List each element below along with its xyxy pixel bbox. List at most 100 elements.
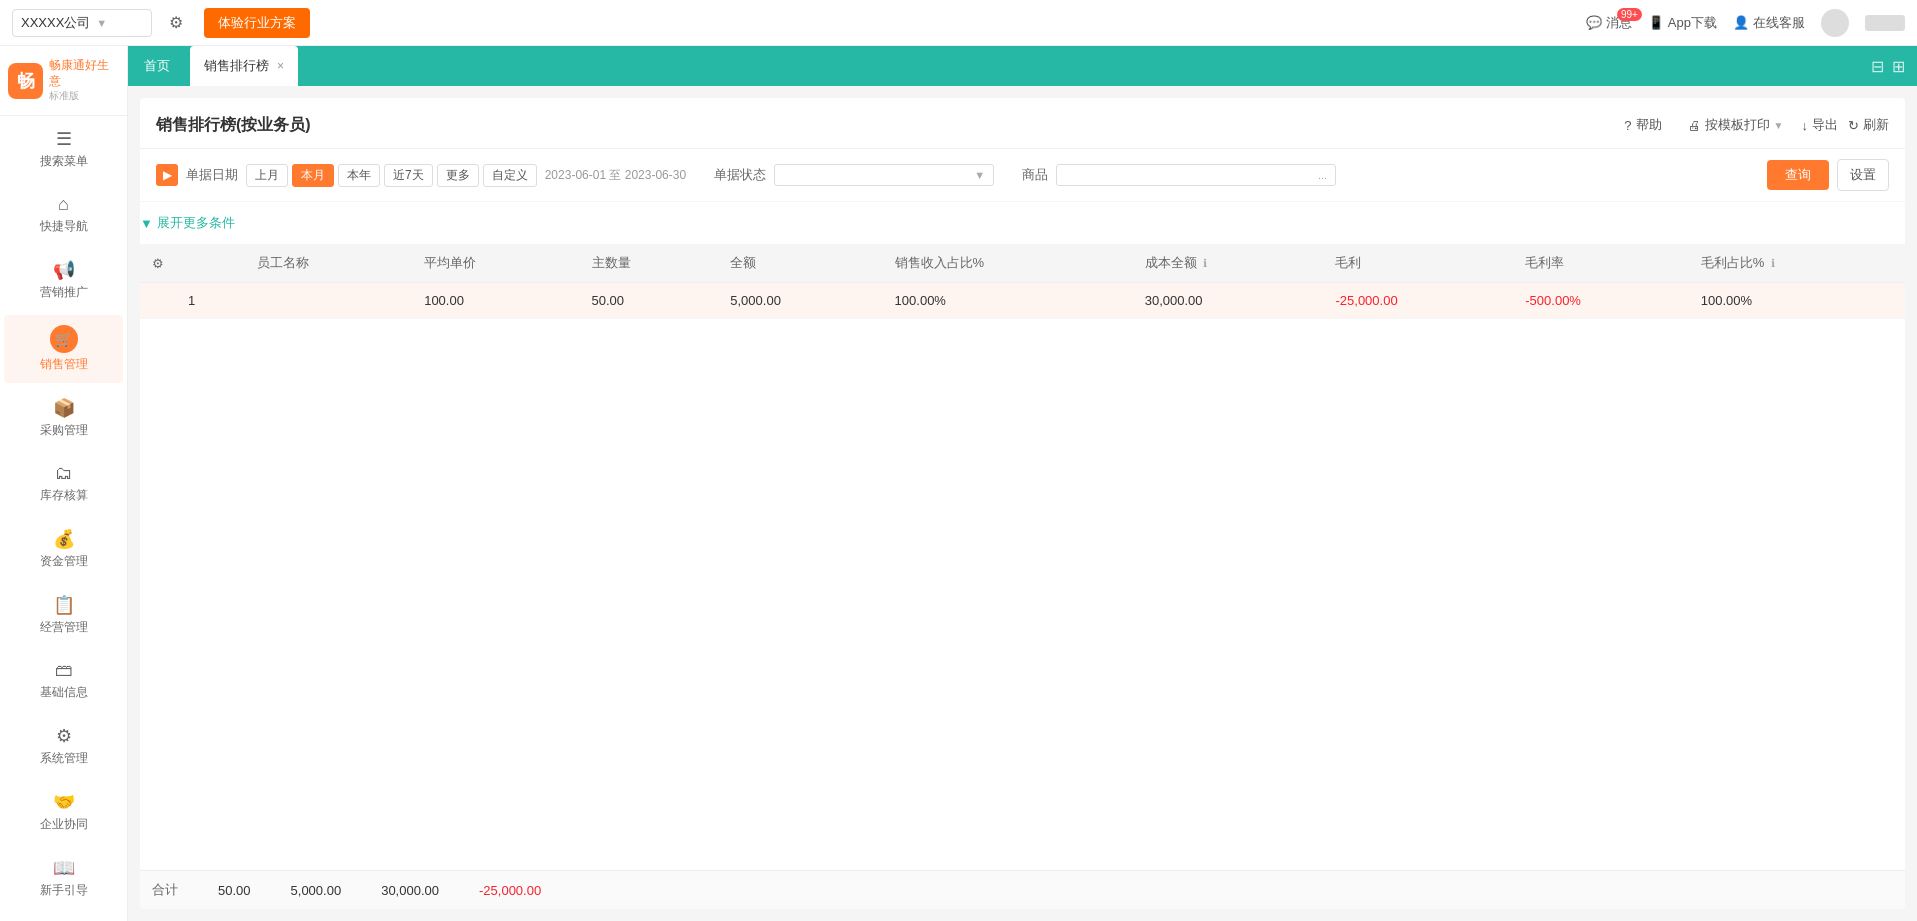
- th-amount: 全额: [718, 244, 882, 283]
- expand-more-row: ▼ 展开更多条件: [140, 202, 1905, 244]
- export-icon: ↓: [1802, 118, 1809, 133]
- sidebar-item-label: 企业协同: [40, 816, 88, 833]
- table-row: 1 100.00 50.00: [140, 283, 1905, 319]
- company-dropdown-icon: ▼: [96, 17, 107, 29]
- th-settings: ⚙: [140, 244, 176, 283]
- top-bar: XXXXX公司 ▼ ⚙ 体验行业方案 💬 消息 99+ 📱 App下载 👤 在线…: [0, 0, 1917, 46]
- page-header-actions: ? 帮助 🖨 按模板打印 ▼ ↓ 导出: [1616, 112, 1889, 138]
- print-icon: 🖨: [1688, 118, 1701, 133]
- date-btn-this-month[interactable]: 本月: [292, 164, 334, 187]
- top-settings-button[interactable]: ⚙: [160, 7, 192, 39]
- sidebar-item-app-center[interactable]: 📱 应用中心: [4, 913, 123, 921]
- status-label: 单据状态: [714, 166, 766, 184]
- app-download-button[interactable]: 📱 App下载: [1648, 14, 1717, 32]
- sidebar-item-label: 系统管理: [40, 750, 88, 767]
- gear-icon: ⚙: [169, 13, 183, 32]
- cost-info-icon: ℹ: [1203, 257, 1207, 269]
- sidebar-item-system[interactable]: ⚙ 系统管理: [4, 715, 123, 777]
- sidebar-item-label: 经营管理: [40, 619, 88, 636]
- app-download-label: App下载: [1668, 14, 1717, 32]
- template-print-button[interactable]: 🖨 按模板打印 ▼: [1680, 112, 1792, 138]
- date-btn-last-month[interactable]: 上月: [246, 164, 288, 187]
- th-gross-profit: 毛利: [1323, 244, 1513, 283]
- page-header: 销售排行榜(按业务员) ? 帮助 🖨 按模板打印 ▼: [140, 98, 1905, 149]
- help-button[interactable]: ? 帮助: [1616, 112, 1669, 138]
- sidebar-item-label: 销售管理: [40, 356, 88, 373]
- status-select[interactable]: ▼: [774, 164, 994, 186]
- message-badge: 99+: [1617, 8, 1642, 21]
- sidebar-item-quick-nav[interactable]: ⌂ 快捷导航: [4, 184, 123, 245]
- refresh-label: 刷新: [1863, 116, 1889, 134]
- sidebar-item-label: 快捷导航: [40, 218, 88, 235]
- export-button[interactable]: ↓ 导出: [1802, 116, 1839, 134]
- td-sales-pct: 100.00%: [883, 283, 1133, 319]
- avatar[interactable]: [1821, 9, 1849, 37]
- username[interactable]: [1865, 15, 1905, 31]
- td-cost-amount: 30,000.00: [1133, 283, 1324, 319]
- sidebar-item-search-orders[interactable]: ☰ 搜索菜单: [4, 118, 123, 180]
- sidebar-item-marketing[interactable]: 📢 营销推广: [4, 249, 123, 311]
- query-button[interactable]: 查询: [1767, 160, 1829, 190]
- system-icon: ⚙: [56, 725, 72, 747]
- footer-label: 合计: [152, 881, 178, 899]
- enterprise-icon: 🤝: [53, 791, 75, 813]
- search-orders-icon: ☰: [56, 128, 72, 150]
- date-btn-custom[interactable]: 自定义: [483, 164, 537, 187]
- tab-window-controls: ⊟ ⊞: [1871, 57, 1917, 76]
- online-service-button[interactable]: 👤 在线客服: [1733, 14, 1805, 32]
- maximize-button[interactable]: ⊞: [1892, 57, 1905, 76]
- basic-info-icon: 🗃: [55, 660, 73, 681]
- expand-more-button[interactable]: ▼ 展开更多条件: [140, 208, 1905, 238]
- th-name: 员工名称: [245, 244, 412, 283]
- sidebar-item-label: 库存核算: [40, 487, 88, 504]
- purchase-icon: 📦: [53, 397, 75, 419]
- page-title: 销售排行榜(按业务员): [156, 115, 311, 136]
- td-amount: 5,000.00: [718, 283, 882, 319]
- online-service-label: 在线客服: [1753, 14, 1805, 32]
- sidebar-item-label: 基础信息: [40, 684, 88, 701]
- message-button[interactable]: 💬 消息 99+: [1586, 14, 1632, 32]
- date-btn-this-year[interactable]: 本年: [338, 164, 380, 187]
- operations-icon: 📋: [53, 594, 75, 616]
- logo-text-line1: 畅康通好生意: [49, 58, 119, 89]
- trial-button[interactable]: 体验行业方案: [204, 8, 310, 38]
- table-footer: 合计 50.00 5,000.00 30,000.00 -25,000.00: [140, 870, 1905, 909]
- sidebar-item-enterprise[interactable]: 🤝 企业协同: [4, 781, 123, 843]
- content-area: 首页 销售排行榜 × ⊟ ⊞ 销售排行榜(按业务员): [128, 46, 1917, 921]
- th-sales-pct: 销售收入占比%: [883, 244, 1133, 283]
- filter-bar: ▶ 单据日期 上月 本月 本年 近7天 更多 自定义 2023-06-01 至 …: [140, 149, 1905, 202]
- sidebar-item-inventory[interactable]: 🗂 库存核算: [4, 453, 123, 514]
- footer-qty: 50.00: [218, 883, 251, 898]
- date-btn-more[interactable]: 更多: [437, 164, 479, 187]
- help-label: 帮助: [1636, 116, 1662, 134]
- filter-expand-arrow[interactable]: ▶: [156, 164, 178, 186]
- tab-close-button[interactable]: ×: [277, 59, 284, 73]
- sidebar-item-guide[interactable]: 📖 新手引导: [4, 847, 123, 909]
- sidebar-item-finance[interactable]: 💰 资金管理: [4, 518, 123, 580]
- template-print-label: 按模板打印: [1705, 116, 1770, 134]
- company-selector[interactable]: XXXXX公司 ▼: [12, 9, 152, 37]
- tab-sales-ranking[interactable]: 销售排行榜 ×: [190, 46, 298, 86]
- tab-home[interactable]: 首页: [128, 46, 186, 86]
- th-qty: 主数量: [580, 244, 719, 283]
- td-name: [245, 283, 412, 319]
- finance-icon: 💰: [53, 528, 75, 550]
- sidebar-item-basic-info[interactable]: 🗃 基础信息: [4, 650, 123, 711]
- column-settings-icon[interactable]: ⚙: [152, 256, 164, 271]
- minimize-button[interactable]: ⊟: [1871, 57, 1884, 76]
- quick-nav-icon: ⌂: [58, 194, 69, 215]
- expand-more-label: 展开更多条件: [157, 214, 235, 232]
- goods-input[interactable]: ...: [1056, 164, 1336, 186]
- filter-settings-button[interactable]: 设置: [1837, 159, 1889, 191]
- footer-amount: 5,000.00: [291, 883, 342, 898]
- sidebar-item-sales[interactable]: 🛒 销售管理: [4, 315, 123, 383]
- sidebar-item-operations[interactable]: 📋 经营管理: [4, 584, 123, 646]
- refresh-button[interactable]: ↻ 刷新: [1848, 116, 1889, 134]
- th-avg-price: 平均单价: [412, 244, 579, 283]
- sidebar-item-purchase[interactable]: 📦 采购管理: [4, 387, 123, 449]
- tab-label: 销售排行榜: [204, 57, 269, 75]
- sidebar: 畅 畅康通好生意 标准版 ☰ 搜索菜单 ⌂ 快捷导航 📢 营销推广 🛒: [0, 46, 128, 921]
- date-btn-7days[interactable]: 近7天: [384, 164, 433, 187]
- date-range-display: 2023-06-01 至 2023-06-30: [545, 167, 686, 184]
- td-settings: [140, 283, 176, 319]
